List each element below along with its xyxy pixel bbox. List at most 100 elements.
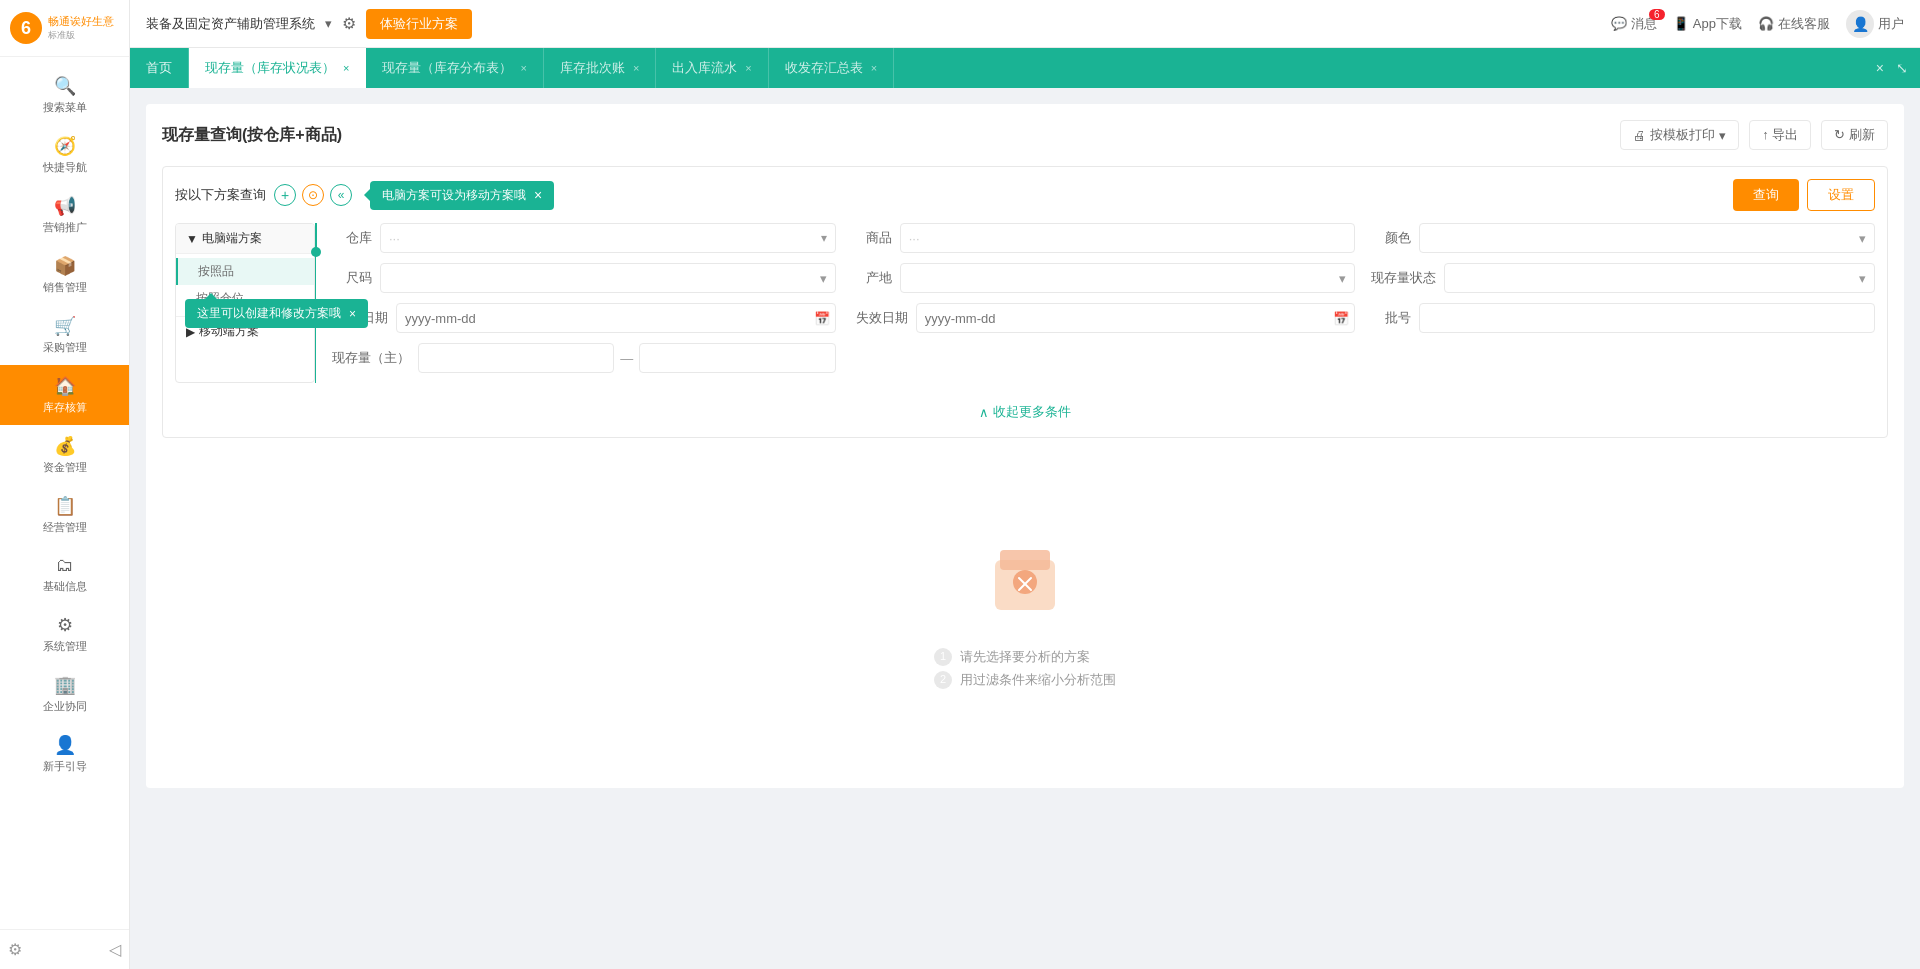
stock-main-max[interactable] — [639, 343, 835, 373]
export-button[interactable]: ↑ 导出 — [1749, 120, 1811, 150]
color-select[interactable]: ▾ — [1419, 223, 1875, 253]
experience-button[interactable]: 体验行业方案 — [366, 9, 472, 39]
app-download-item[interactable]: 📱 App下载 — [1673, 15, 1742, 33]
empty-state: 1 请先选择要分析的方案 2 用过滤条件来缩小分析范围 — [162, 450, 1888, 772]
tab-receive-summary[interactable]: 收发存汇总表 × — [769, 48, 894, 88]
add-scheme-btn[interactable]: + — [274, 184, 296, 206]
user-avatar: 👤 — [1846, 10, 1874, 38]
field-produce-date: 生产日期 📅 — [332, 303, 836, 333]
tab-batch-ledger[interactable]: 库存批次账 × — [544, 48, 656, 88]
sidebar-item-system[interactable]: ⚙ 系统管理 — [0, 604, 129, 664]
goods-select[interactable]: ··· — [900, 223, 1356, 253]
tab-close-all-icon[interactable]: × — [1876, 60, 1884, 76]
svg-point-2 — [1013, 570, 1037, 594]
template-print-button[interactable]: 🖨 按模板打印 ▾ — [1620, 120, 1739, 150]
tip-num-2: 2 — [934, 671, 952, 689]
sidebar-item-newbie[interactable]: 👤 新手引导 — [0, 724, 129, 784]
settings-bottom-icon[interactable]: ⚙ — [8, 940, 22, 959]
refresh-button[interactable]: ↻ 刷新 — [1821, 120, 1888, 150]
color-label: 颜色 — [1371, 229, 1411, 247]
scheme-tooltip-close[interactable]: × — [534, 187, 542, 203]
tab-inventory-status-label: 现存量（库存状况表） — [205, 59, 335, 77]
tab-receive-summary-close[interactable]: × — [871, 62, 877, 74]
scheme-tooltip-wrapper: 电脑方案可设为移动方案哦 × — [370, 181, 554, 210]
sidebar-item-guide[interactable]: 🧭 快捷导航 — [0, 125, 129, 185]
tab-inventory-dist-close[interactable]: × — [520, 62, 526, 74]
tab-inout-flow[interactable]: 出入库流水 × — [656, 48, 768, 88]
collapse-sidebar-icon[interactable]: ◁ — [109, 940, 121, 959]
filter-section: 按以下方案查询 + ⊙ « 电脑方案可设为移动方案哦 × — [162, 166, 1888, 438]
base-icon: 🗂 — [56, 555, 74, 576]
logo-icon: 6 — [10, 12, 42, 44]
back-scheme-btn[interactable]: « — [330, 184, 352, 206]
tab-inventory-status-close[interactable]: × — [343, 62, 349, 74]
logo-text: 畅通诶好生意 标准版 — [48, 14, 114, 41]
guide-icon: 🧭 — [54, 135, 76, 157]
size-dropdown-arrow: ▾ — [820, 271, 827, 286]
stock-main-min[interactable] — [418, 343, 614, 373]
field-size: 尺码 ▾ — [332, 263, 836, 293]
online-service-item[interactable]: 🎧 在线客服 — [1758, 15, 1830, 33]
system-dropdown[interactable]: ▾ — [325, 16, 332, 31]
origin-label: 产地 — [852, 269, 892, 287]
expire-date-start[interactable] — [916, 303, 1356, 333]
tooltip-arrow-left — [364, 189, 370, 201]
sidebar-item-purchase[interactable]: 🛒 采购管理 — [0, 305, 129, 365]
stock-range-sep: — — [620, 351, 633, 366]
produce-date-start[interactable] — [396, 303, 836, 333]
expire-date-label: 失效日期 — [852, 309, 908, 327]
refresh-icon: ↻ — [1834, 127, 1845, 142]
create-tooltip-close[interactable]: × — [349, 307, 356, 321]
filter-row-1: 仓库 ··· ▾ 商品 — [332, 223, 1875, 253]
inventory-icon: 🏠 — [54, 375, 76, 397]
reset-button[interactable]: 设置 — [1807, 179, 1875, 211]
sidebar-item-inventory[interactable]: 🏠 库存核算 — [0, 365, 129, 425]
sidebar-item-finance[interactable]: 💰 资金管理 — [0, 425, 129, 485]
scheme-pc-item[interactable]: ▼ 电脑端方案 — [176, 224, 314, 254]
notice-badge: 6 — [1649, 9, 1665, 20]
sidebar-item-operations[interactable]: 📋 经营管理 — [0, 485, 129, 545]
tab-fullscreen-icon[interactable]: ⤡ — [1896, 60, 1908, 76]
field-batch: 批号 — [1371, 303, 1875, 333]
empty-tip-1: 1 请先选择要分析的方案 — [934, 645, 1116, 668]
tab-inout-flow-close[interactable]: × — [745, 62, 751, 74]
sidebar-nav: 🔍 搜索菜单 🧭 快捷导航 📢 营销推广 📦 销售管理 🛒 采购管理 🏠 库存核… — [0, 57, 129, 929]
sidebar-item-base[interactable]: 🗂 基础信息 — [0, 545, 129, 604]
stock-status-label: 现存量状态 — [1371, 269, 1436, 287]
sidebar-item-sales[interactable]: 📦 销售管理 — [0, 245, 129, 305]
header-settings-btn[interactable]: ⚙ — [342, 14, 356, 33]
filter-header: 按以下方案查询 + ⊙ « 电脑方案可设为移动方案哦 × — [175, 179, 1875, 211]
edit-scheme-btn[interactable]: ⊙ — [302, 184, 324, 206]
origin-select[interactable]: ▾ — [900, 263, 1356, 293]
stock-main-range: — — [418, 343, 836, 373]
tab-inventory-dist[interactable]: 现存量（库存分布表） × — [366, 48, 543, 88]
goods-placeholder: ··· — [909, 231, 920, 246]
notice-item[interactable]: 💬 消息 6 — [1611, 15, 1657, 33]
tab-batch-ledger-close[interactable]: × — [633, 62, 639, 74]
sidebar-item-search[interactable]: 🔍 搜索菜单 — [0, 65, 129, 125]
search-button[interactable]: 查询 — [1733, 179, 1799, 211]
tab-inventory-status[interactable]: 现存量（库存状况表） × — [189, 48, 366, 88]
batch-input[interactable] — [1419, 303, 1875, 333]
stock-status-dropdown-arrow: ▾ — [1859, 271, 1866, 286]
sidebar-item-enterprise[interactable]: 🏢 企业协同 — [0, 664, 129, 724]
service-icon: 🎧 — [1758, 16, 1774, 31]
tab-receive-summary-label: 收发存汇总表 — [785, 59, 863, 77]
calendar-icon-1[interactable]: 📅 — [814, 311, 830, 326]
calendar-icon-2[interactable]: 📅 — [1333, 311, 1349, 326]
collapse-button[interactable]: ∧ 收起更多条件 — [175, 395, 1875, 425]
filter-label: 按以下方案查询 — [175, 186, 266, 204]
warehouse-select[interactable]: ··· ▾ — [380, 223, 836, 253]
sidebar-item-marketing[interactable]: 📢 营销推广 — [0, 185, 129, 245]
filter-row-3: 生产日期 📅 失效日期 — [332, 303, 1875, 333]
size-select[interactable]: ▾ — [380, 263, 836, 293]
tab-home[interactable]: 首页 — [130, 48, 189, 88]
expire-date-range: 📅 — [916, 303, 1356, 333]
connector-line — [315, 223, 317, 249]
operations-icon: 📋 — [54, 495, 76, 517]
user-item[interactable]: 👤 用户 — [1846, 10, 1904, 38]
expire-date-start-wrapper: 📅 — [916, 303, 1356, 333]
stock-status-select[interactable]: ▾ — [1444, 263, 1875, 293]
scheme-sub-item-1[interactable]: 按照品 — [176, 258, 314, 285]
svg-rect-1 — [1000, 550, 1050, 570]
